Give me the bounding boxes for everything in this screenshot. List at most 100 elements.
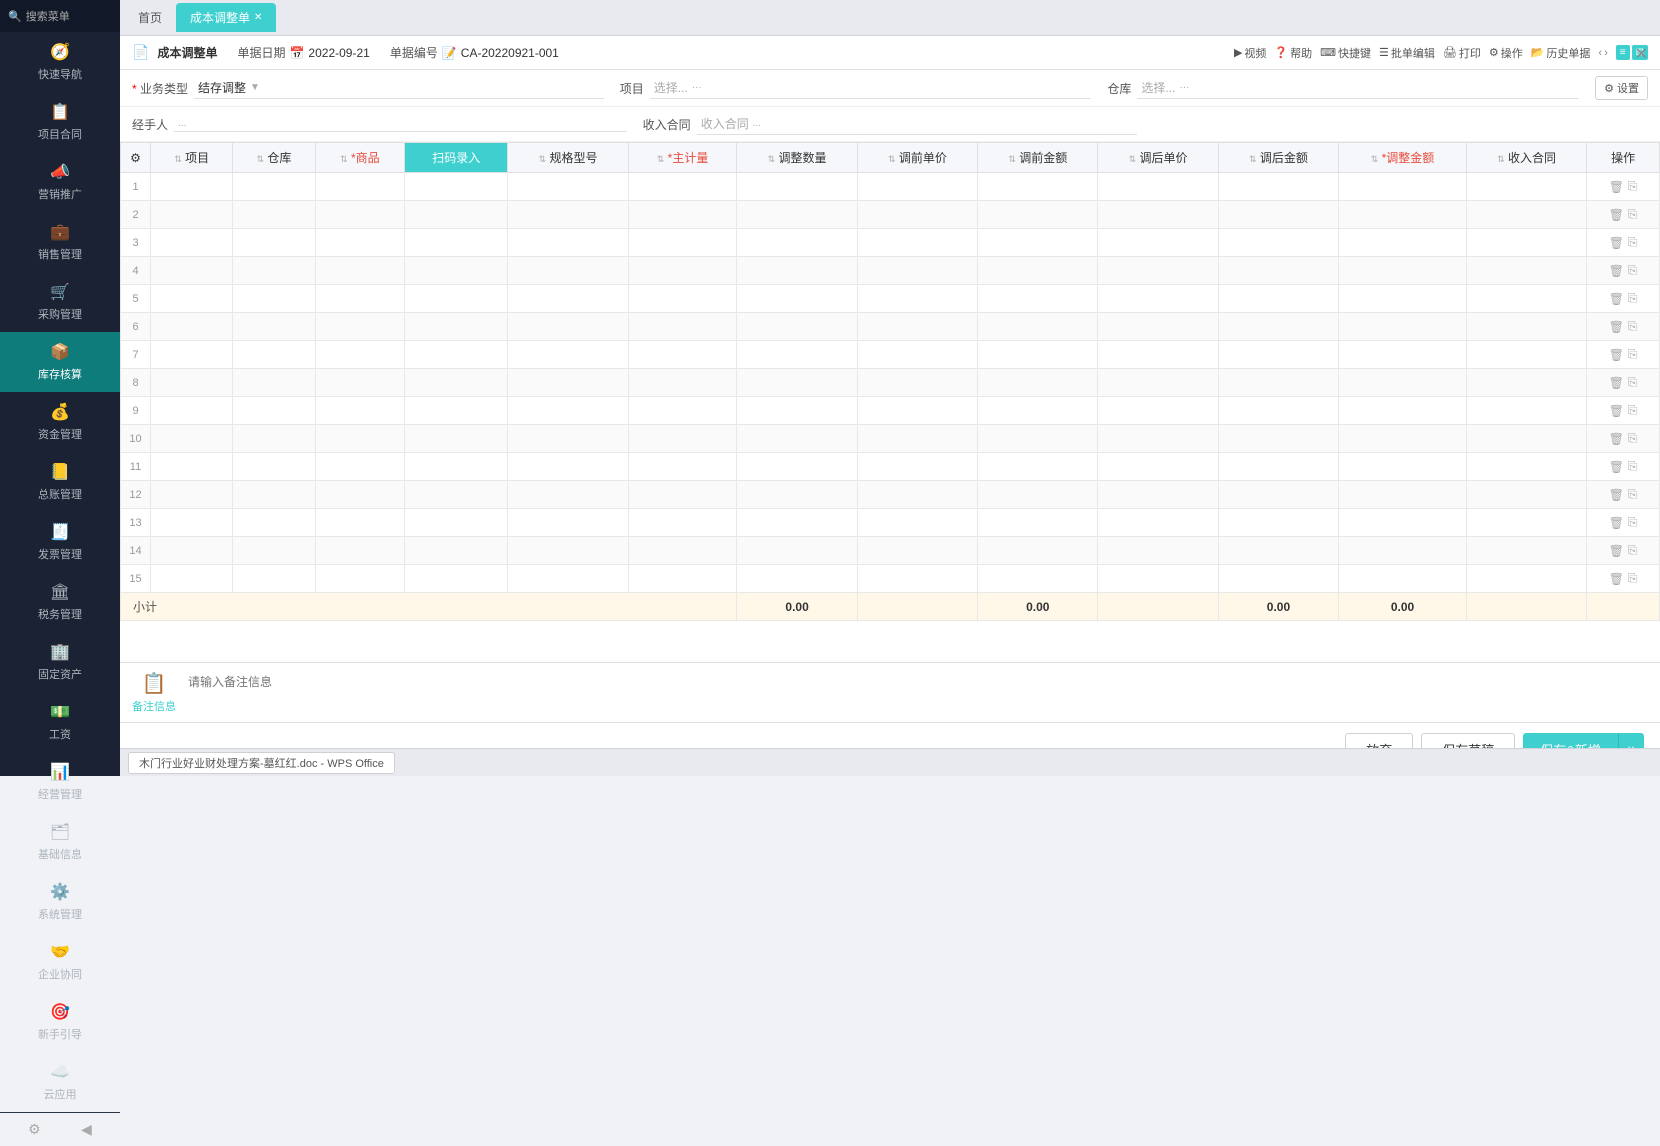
cell-warehouse-15[interactable] — [233, 565, 315, 593]
cell-before-amount-4[interactable] — [978, 257, 1098, 285]
delete-row-9[interactable]: 🗑 — [1609, 403, 1624, 418]
prev-arrow[interactable]: ‹ — [1598, 47, 1602, 59]
cell-adj-qty-3[interactable] — [737, 229, 857, 257]
cell-scan-6[interactable] — [405, 313, 508, 341]
cell-project-5[interactable] — [151, 285, 233, 313]
cell-scan-14[interactable] — [405, 537, 508, 565]
cell-spec-4[interactable] — [508, 257, 628, 285]
cell-spec-10[interactable] — [508, 425, 628, 453]
cell-scan-2[interactable] — [405, 201, 508, 229]
cell-adj-amount-12[interactable] — [1339, 481, 1467, 509]
operate-action[interactable]: ⚙ 操作 — [1489, 45, 1523, 61]
sidebar-search[interactable]: 🔍 搜索菜单 — [0, 0, 120, 32]
cell-unit-13[interactable] — [628, 509, 737, 537]
cell-before-amount-8[interactable] — [978, 369, 1098, 397]
cell-after-price-1[interactable] — [1098, 173, 1218, 201]
view-action[interactable]: ▶ 视频 — [1234, 45, 1266, 61]
sidebar-item-sales-promo[interactable]: 📣 营销推广 — [0, 152, 120, 212]
cell-before-price-3[interactable] — [857, 229, 977, 257]
delete-row-14[interactable]: 🗑 — [1609, 543, 1624, 558]
cell-scan-13[interactable] — [405, 509, 508, 537]
cell-before-price-5[interactable] — [857, 285, 977, 313]
copy-row-8[interactable]: ⎘ — [1628, 375, 1638, 390]
doc-date-edit-icon[interactable]: 📅 — [289, 46, 304, 60]
cell-income-contract-4[interactable] — [1466, 257, 1586, 285]
delete-row-12[interactable]: 🗑 — [1609, 487, 1624, 502]
cell-spec-9[interactable] — [508, 397, 628, 425]
cell-product-12[interactable] — [315, 481, 405, 509]
cell-warehouse-12[interactable] — [233, 481, 315, 509]
cell-warehouse-7[interactable] — [233, 341, 315, 369]
cell-before-amount-7[interactable] — [978, 341, 1098, 369]
cell-product-15[interactable] — [315, 565, 405, 593]
sort-icon[interactable]: ⇅ — [340, 154, 348, 164]
cell-before-price-9[interactable] — [857, 397, 977, 425]
cell-scan-5[interactable] — [405, 285, 508, 313]
cell-spec-3[interactable] — [508, 229, 628, 257]
delete-row-4[interactable]: 🗑 — [1609, 263, 1624, 278]
cell-unit-10[interactable] — [628, 425, 737, 453]
cell-adj-qty-14[interactable] — [737, 537, 857, 565]
cell-product-10[interactable] — [315, 425, 405, 453]
cell-spec-1[interactable] — [508, 173, 628, 201]
cell-before-price-12[interactable] — [857, 481, 977, 509]
cell-spec-5[interactable] — [508, 285, 628, 313]
cell-before-price-6[interactable] — [857, 313, 977, 341]
cell-after-amount-6[interactable] — [1218, 313, 1338, 341]
cell-after-price-3[interactable] — [1098, 229, 1218, 257]
cell-income-contract-9[interactable] — [1466, 397, 1586, 425]
cell-income-contract-11[interactable] — [1466, 453, 1586, 481]
cell-adj-amount-9[interactable] — [1339, 397, 1467, 425]
cell-project-13[interactable] — [151, 509, 233, 537]
delete-row-13[interactable]: 🗑 — [1609, 515, 1624, 530]
sidebar-item-purchase-mgmt[interactable]: 🛒 采购管理 — [0, 272, 120, 332]
help-action[interactable]: ❓ 帮助 — [1274, 45, 1312, 61]
next-arrow[interactable]: › — [1604, 47, 1608, 59]
cell-adj-amount-2[interactable] — [1339, 201, 1467, 229]
cell-before-amount-1[interactable] — [978, 173, 1098, 201]
cell-scan-11[interactable] — [405, 453, 508, 481]
cell-adj-qty-1[interactable] — [737, 173, 857, 201]
delete-row-7[interactable]: 🗑 — [1609, 347, 1624, 362]
copy-row-11[interactable]: ⎘ — [1628, 459, 1638, 474]
cell-scan-15[interactable] — [405, 565, 508, 593]
sidebar-item-quick-nav[interactable]: 🧭 快速导航 — [0, 32, 120, 92]
cell-adj-amount-11[interactable] — [1339, 453, 1467, 481]
cell-after-amount-7[interactable] — [1218, 341, 1338, 369]
delete-row-1[interactable]: 🗑 — [1609, 179, 1624, 194]
cell-before-amount-14[interactable] — [978, 537, 1098, 565]
cell-before-price-2[interactable] — [857, 201, 977, 229]
copy-row-4[interactable]: ⎘ — [1628, 263, 1638, 278]
copy-row-1[interactable]: ⎘ — [1628, 179, 1638, 194]
sidebar-item-new-guide[interactable]: 🎯 新手引导 — [0, 992, 120, 1052]
cell-unit-8[interactable] — [628, 369, 737, 397]
sidebar-item-biz-mgmt[interactable]: 📊 经营管理 — [0, 752, 120, 812]
cell-product-4[interactable] — [315, 257, 405, 285]
cell-after-amount-15[interactable] — [1218, 565, 1338, 593]
cell-adj-amount-14[interactable] — [1339, 537, 1467, 565]
cell-project-4[interactable] — [151, 257, 233, 285]
sort-icon[interactable]: ⇅ — [1497, 154, 1505, 164]
cell-adj-amount-7[interactable] — [1339, 341, 1467, 369]
cell-spec-6[interactable] — [508, 313, 628, 341]
income-contract-value[interactable]: 收入合同 ... — [697, 113, 1138, 135]
cell-adj-amount-13[interactable] — [1339, 509, 1467, 537]
cell-product-14[interactable] — [315, 537, 405, 565]
sidebar-item-project-contract[interactable]: 📋 项目合同 — [0, 92, 120, 152]
cell-before-amount-2[interactable] — [978, 201, 1098, 229]
cell-after-price-6[interactable] — [1098, 313, 1218, 341]
cell-adj-qty-15[interactable] — [737, 565, 857, 593]
cell-before-amount-10[interactable] — [978, 425, 1098, 453]
delete-row-8[interactable]: 🗑 — [1609, 375, 1624, 390]
notes-icon-area[interactable]: 📋 备注信息 — [132, 671, 176, 714]
sidebar-item-tax-mgmt[interactable]: 🏛 税务管理 — [0, 572, 120, 632]
warehouse-value[interactable]: 选择... ··· — [1137, 77, 1579, 99]
cell-before-amount-3[interactable] — [978, 229, 1098, 257]
cell-adj-amount-4[interactable] — [1339, 257, 1467, 285]
cell-after-price-13[interactable] — [1098, 509, 1218, 537]
doc-num-edit-icon[interactable]: 📝 — [442, 46, 457, 60]
cell-income-contract-10[interactable] — [1466, 425, 1586, 453]
collapse-icon[interactable]: ◀ — [81, 1121, 92, 1138]
cell-after-amount-12[interactable] — [1218, 481, 1338, 509]
handler-dots[interactable]: ... — [178, 118, 186, 129]
